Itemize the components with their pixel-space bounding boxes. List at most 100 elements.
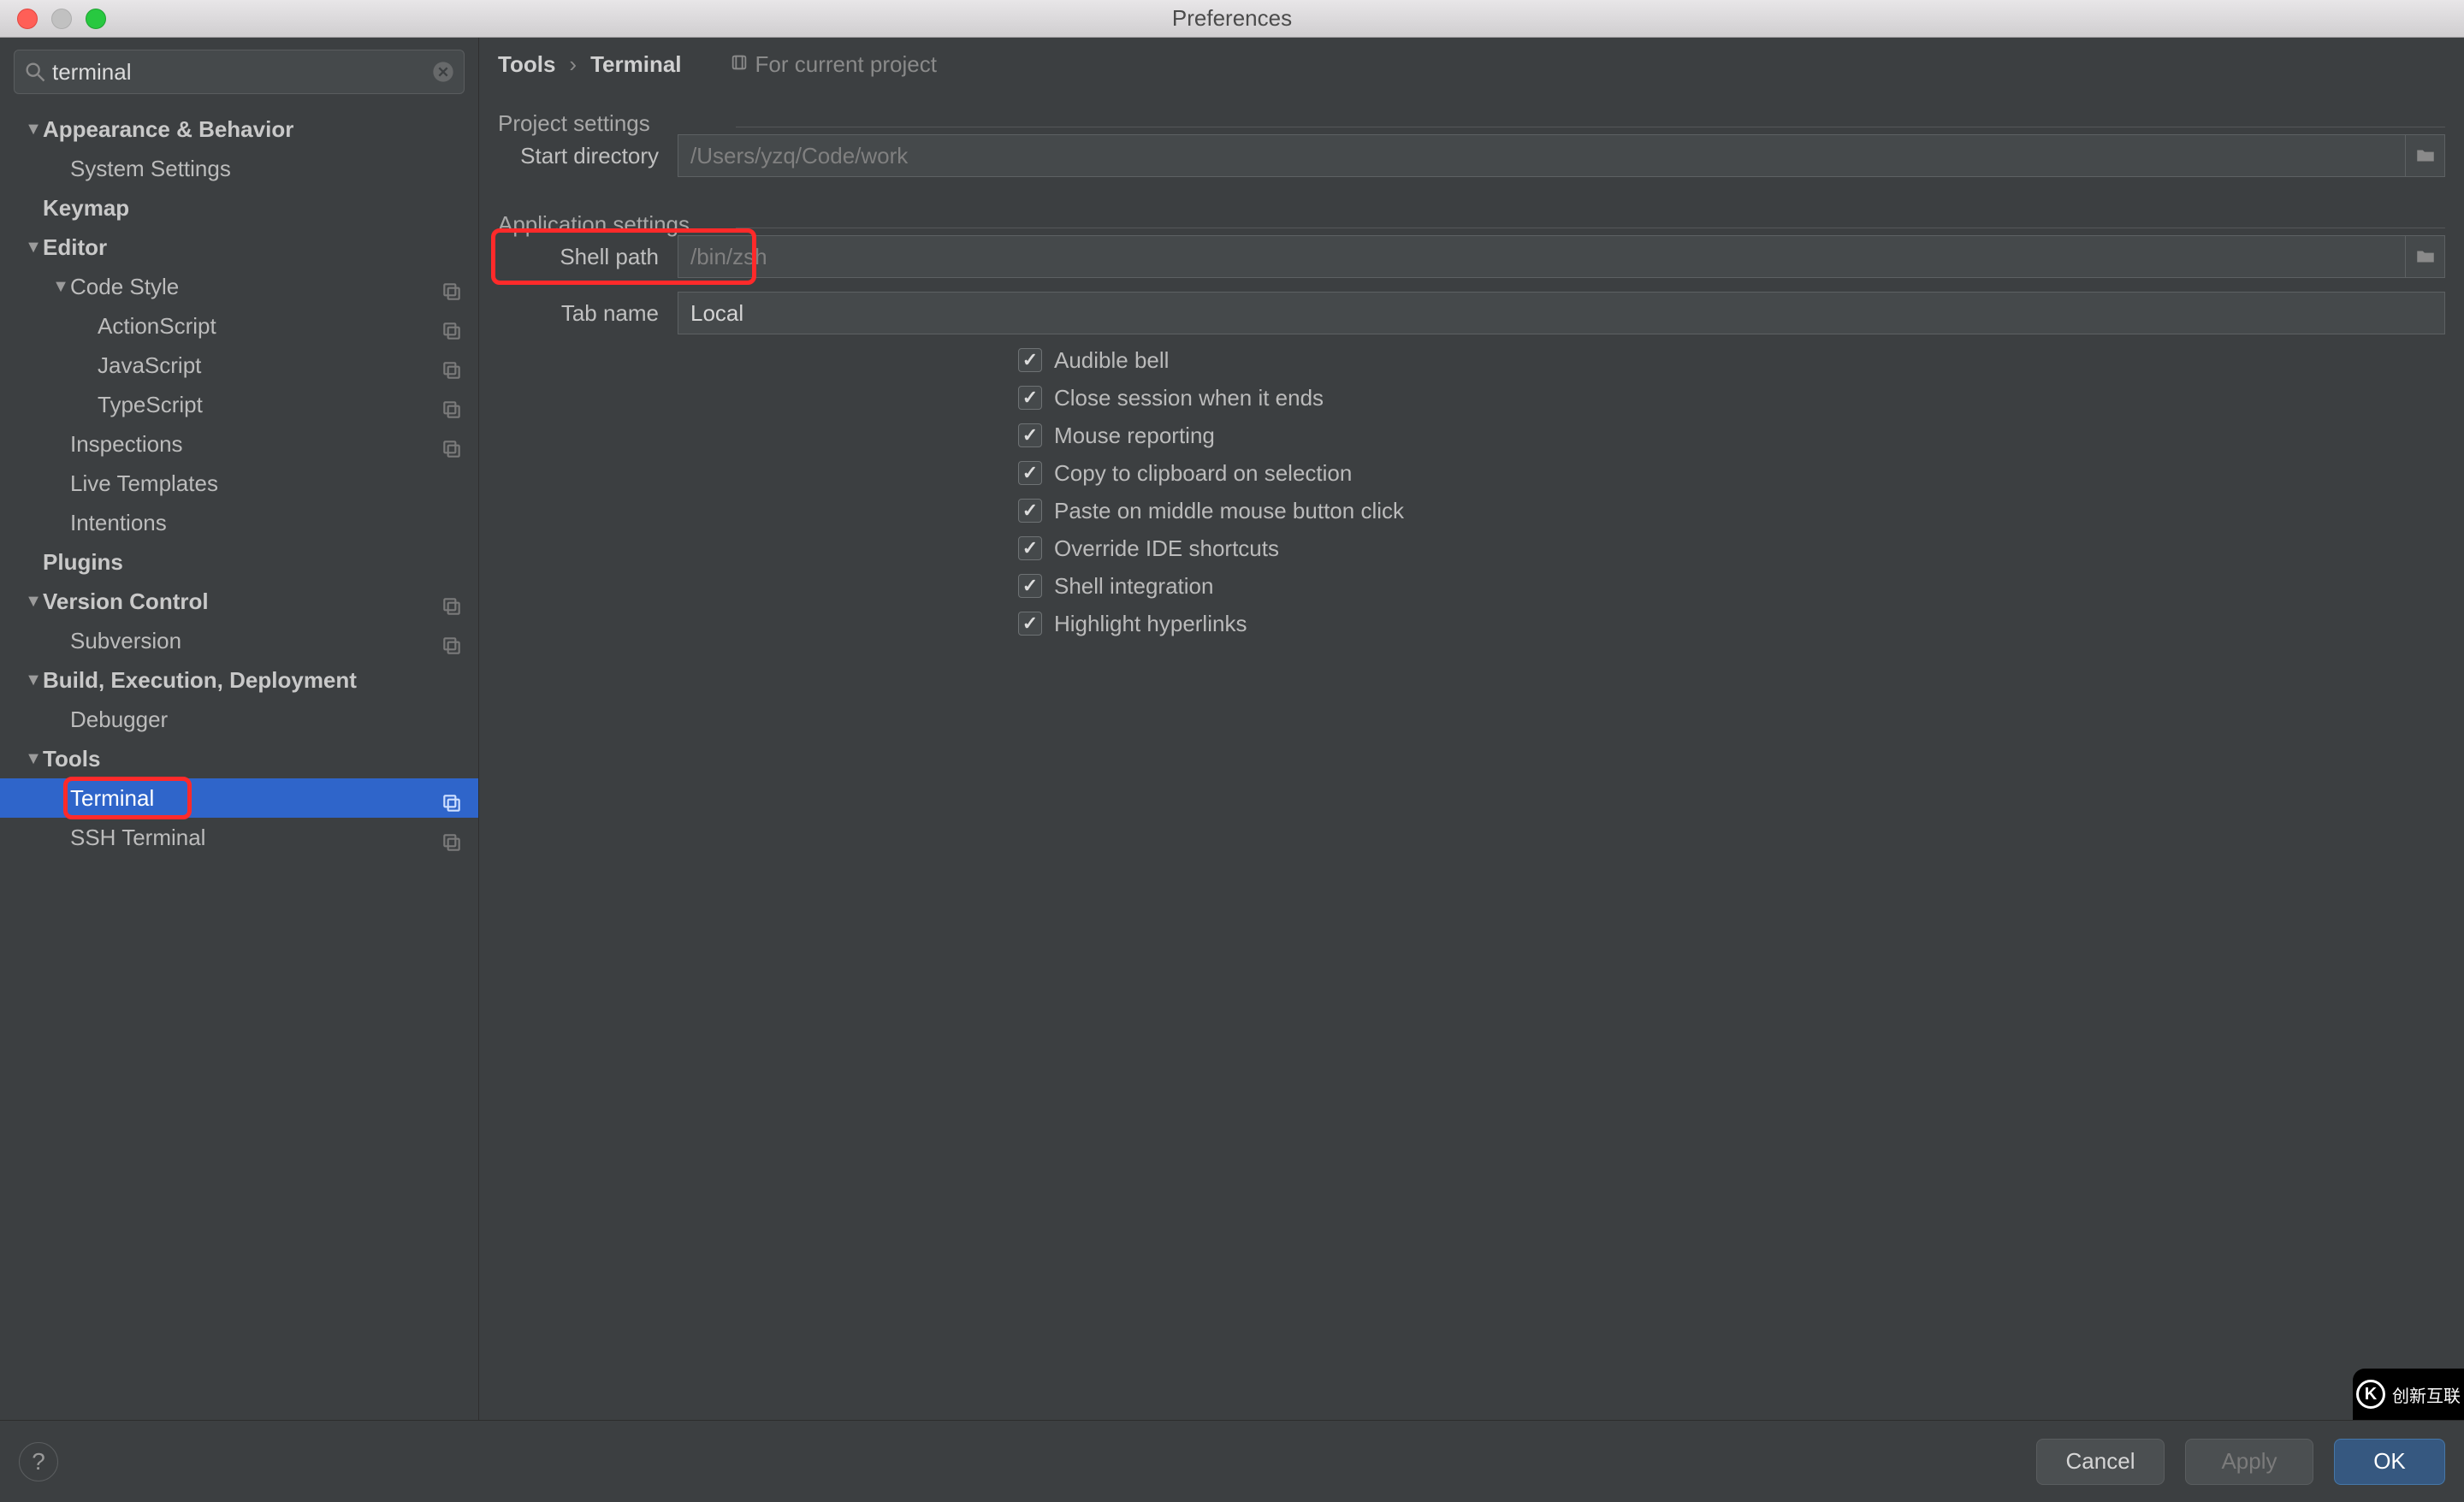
titlebar: Preferences [0, 0, 2464, 38]
chevron-down-icon: ▼ [24, 739, 43, 778]
tree-item-inspections[interactable]: ▼Inspections [0, 424, 478, 464]
tree-item-label: Terminal [70, 778, 441, 818]
search-input[interactable] [47, 59, 431, 86]
chevron-down-icon: ▼ [51, 267, 70, 306]
tree-item-build-execution-deployment[interactable]: ▼Build, Execution, Deployment [0, 660, 478, 700]
tree-item-typescript[interactable]: ▼TypeScript [0, 385, 478, 424]
checkbox[interactable] [1018, 461, 1042, 485]
tree-item-label: System Settings [70, 149, 463, 188]
tree-item-label: Debugger [70, 700, 463, 739]
breadcrumb-parent[interactable]: Tools [498, 51, 555, 78]
project-scope-icon [441, 433, 463, 455]
tree-item-ssh-terminal[interactable]: ▼SSH Terminal [0, 818, 478, 857]
checkbox[interactable] [1018, 574, 1042, 598]
shell-path-input[interactable] [678, 235, 2406, 278]
check-row-mouse-reporting: Mouse reporting [479, 417, 2464, 454]
window-title: Preferences [0, 5, 2464, 32]
row-tab-name: Tab name [479, 285, 2464, 341]
tree-item-appearance-behavior[interactable]: ▼Appearance & Behavior [0, 109, 478, 149]
tree-item-label: Plugins [43, 542, 463, 582]
apply-button[interactable]: Apply [2185, 1439, 2313, 1485]
tree-item-label: Tools [43, 739, 463, 778]
help-button[interactable]: ? [19, 1442, 58, 1481]
project-scope-icon [441, 354, 463, 376]
tree-item-version-control[interactable]: ▼Version Control [0, 582, 478, 621]
clear-search-icon[interactable] [431, 60, 455, 84]
settings-tree: ▼Appearance & Behavior▼System Settings▼K… [0, 106, 478, 1420]
start-directory-browse-button[interactable] [2406, 134, 2445, 177]
tree-item-keymap[interactable]: ▼Keymap [0, 188, 478, 228]
checkbox-group: Audible bell Close session when it ends Mo… [479, 341, 2464, 642]
checkbox-label: Shell integration [1054, 573, 1213, 600]
tree-item-label: Intentions [70, 503, 463, 542]
checkbox[interactable] [1018, 536, 1042, 560]
tree-item-label: Version Control [43, 582, 441, 621]
check-row-paste-on-middle-mouse-button-click: Paste on middle mouse button click [479, 492, 2464, 529]
chevron-down-icon: ▼ [24, 109, 43, 149]
tree-item-editor[interactable]: ▼Editor [0, 228, 478, 267]
tree-item-tools[interactable]: ▼Tools [0, 739, 478, 778]
tree-item-subversion[interactable]: ▼Subversion [0, 621, 478, 660]
tree-item-label: Live Templates [70, 464, 463, 503]
checkbox-label: Highlight hyperlinks [1054, 611, 1247, 637]
checkbox-label: Copy to clipboard on selection [1054, 460, 1352, 487]
sidebar: ▼Appearance & Behavior▼System Settings▼K… [0, 38, 479, 1420]
ok-button[interactable]: OK [2334, 1439, 2445, 1485]
start-directory-input[interactable] [678, 134, 2406, 177]
checkbox[interactable] [1018, 612, 1042, 636]
breadcrumb: Tools › Terminal For current project [479, 38, 2464, 93]
project-scope-icon [730, 51, 749, 78]
tab-name-input[interactable] [678, 292, 2445, 334]
tree-item-debugger[interactable]: ▼Debugger [0, 700, 478, 739]
checkbox-label: Close session when it ends [1054, 385, 1324, 411]
check-row-shell-integration: Shell integration [479, 567, 2464, 605]
breadcrumb-current: Terminal [590, 51, 681, 78]
chevron-down-icon: ▼ [24, 660, 43, 700]
tree-item-live-templates[interactable]: ▼Live Templates [0, 464, 478, 503]
tree-item-plugins[interactable]: ▼Plugins [0, 542, 478, 582]
tree-item-label: ActionScript [98, 306, 441, 346]
tree-item-intentions[interactable]: ▼Intentions [0, 503, 478, 542]
watermark-logo: K 创新互联 [2353, 1369, 2464, 1420]
checkbox[interactable] [1018, 386, 1042, 410]
chevron-down-icon: ▼ [24, 228, 43, 267]
start-directory-label: Start directory [498, 143, 678, 169]
project-scope-icon [441, 315, 463, 337]
project-scope-icon [441, 590, 463, 612]
shell-path-label: Shell path [498, 244, 678, 270]
tree-item-label: Subversion [70, 621, 441, 660]
content-pane: Tools › Terminal For current project Pro… [479, 38, 2464, 1420]
search-box[interactable] [14, 50, 465, 94]
shell-path-browse-button[interactable] [2406, 235, 2445, 278]
check-row-highlight-hyperlinks: Highlight hyperlinks [479, 605, 2464, 642]
project-scope-icon [441, 826, 463, 849]
scope-text: For current project [755, 51, 937, 78]
footer: ? Cancel Apply OK [0, 1420, 2464, 1502]
tree-item-actionscript[interactable]: ▼ActionScript [0, 306, 478, 346]
tree-item-label: TypeScript [98, 385, 441, 424]
check-row-close-session-when-it-ends: Close session when it ends [479, 379, 2464, 417]
tree-item-javascript[interactable]: ▼JavaScript [0, 346, 478, 385]
checkbox-label: Override IDE shortcuts [1054, 535, 1279, 562]
checkbox-label: Audible bell [1054, 347, 1169, 374]
project-scope-icon [441, 787, 463, 809]
tree-item-system-settings[interactable]: ▼System Settings [0, 149, 478, 188]
tree-item-terminal[interactable]: ▼Terminal [0, 778, 478, 818]
tree-item-label: Build, Execution, Deployment [43, 660, 463, 700]
breadcrumb-sep-icon: › [569, 51, 577, 78]
tree-item-label: Editor [43, 228, 463, 267]
search-icon [23, 60, 47, 84]
tree-item-label: SSH Terminal [70, 818, 441, 857]
checkbox-label: Mouse reporting [1054, 423, 1215, 449]
project-scope-icon [441, 393, 463, 416]
checkbox[interactable] [1018, 423, 1042, 447]
tree-item-code-style[interactable]: ▼Code Style [0, 267, 478, 306]
checkbox[interactable] [1018, 348, 1042, 372]
tree-item-label: Appearance & Behavior [43, 109, 463, 149]
check-row-copy-to-clipboard-on-selection: Copy to clipboard on selection [479, 454, 2464, 492]
scope-hint: For current project [730, 51, 937, 78]
checkbox[interactable] [1018, 499, 1042, 523]
tree-item-label: JavaScript [98, 346, 441, 385]
cancel-button[interactable]: Cancel [2036, 1439, 2165, 1485]
tab-name-label: Tab name [498, 300, 678, 327]
